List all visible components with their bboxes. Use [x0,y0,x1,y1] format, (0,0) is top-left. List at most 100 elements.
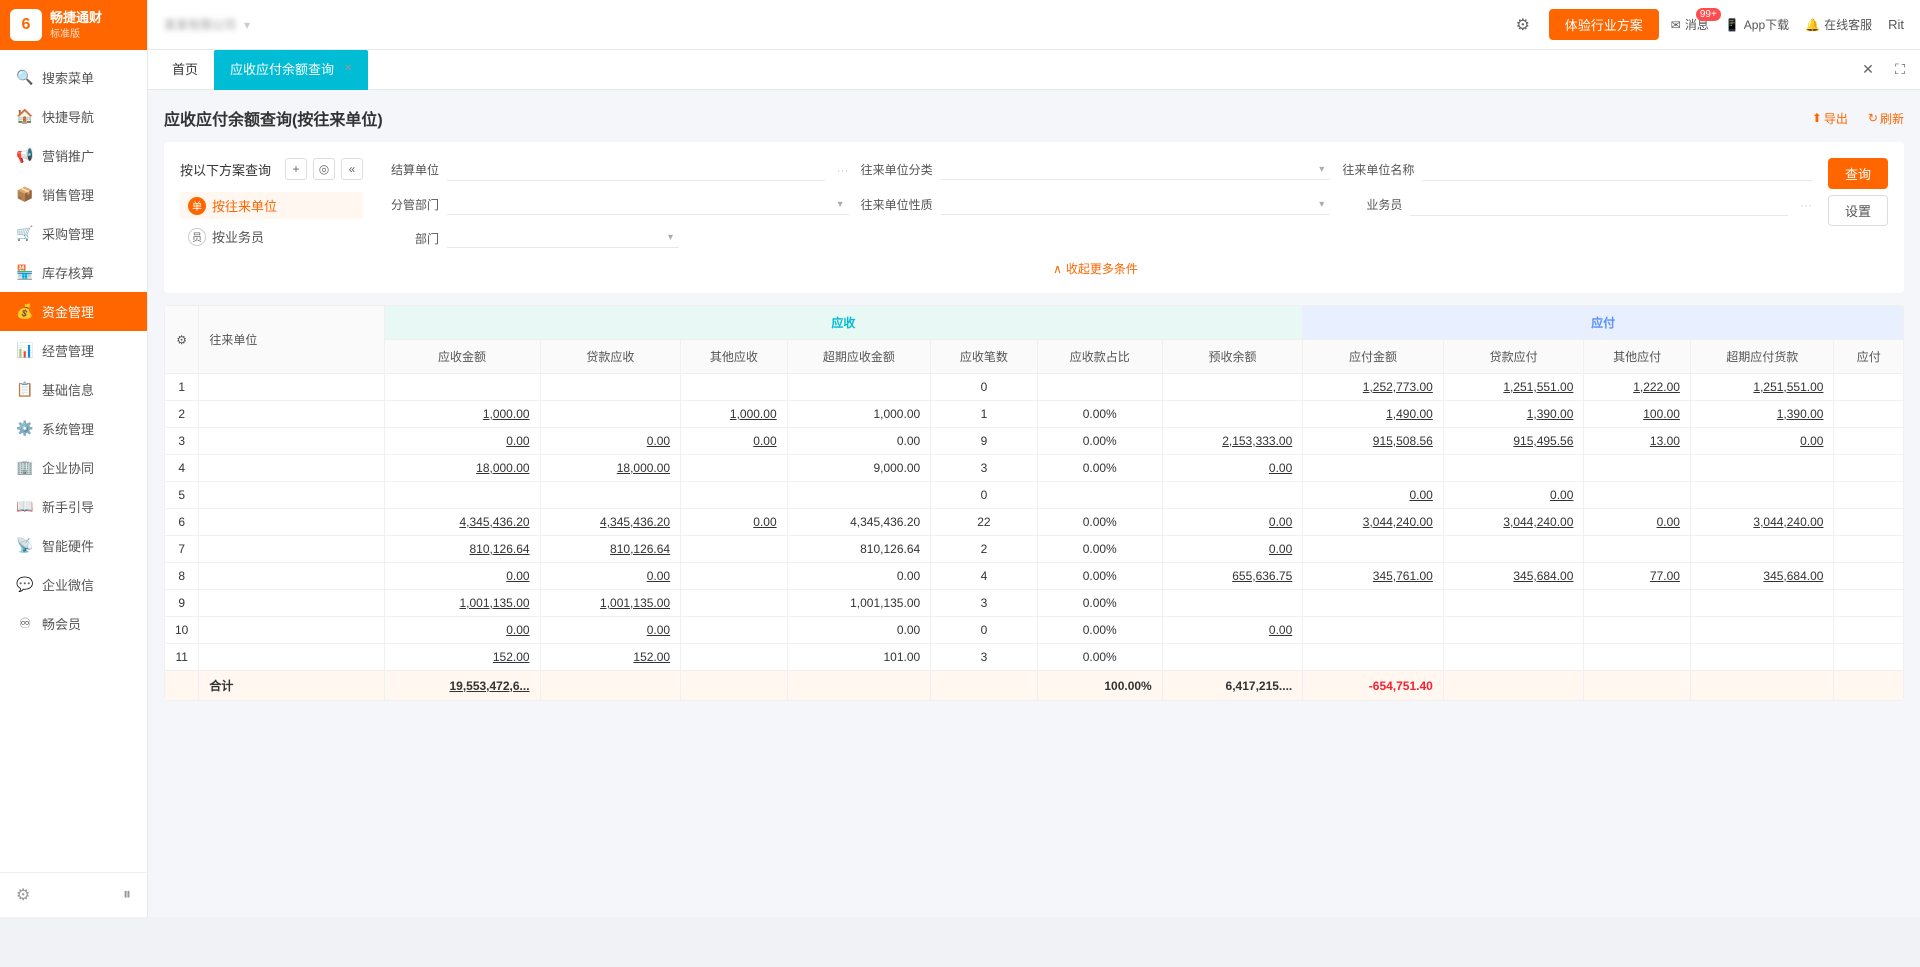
message-button[interactable]: ✉ 消息 99+ [1671,16,1709,33]
promo-button[interactable]: 体验行业方案 [1549,9,1659,40]
sidebar-item-label: 营销推广 [42,146,94,165]
filter-staff-icon: 员 [188,228,206,246]
sidebar-item-operation[interactable]: 📊 经营管理 [0,331,147,370]
page-actions: ⬆ 导出 ↻ 刷新 [1812,110,1904,127]
page-title: 应收应付余额查询(按往来单位) [164,106,383,130]
filter-field-salesperson: 业务员 ··· [1342,193,1812,216]
message-badge: 99+ [1696,8,1721,21]
app-download-icon: 📱 [1725,18,1740,32]
field-label-unit-category: 往来单位分类 [861,161,933,178]
filter-field-department: 部门 ▾ [379,228,679,248]
footer-empty2 [540,671,681,701]
unit-nature-select[interactable]: ▾ [941,195,1331,215]
user-name[interactable]: Rit [1888,17,1904,32]
footer-ar-total: 19,553,472,6... [384,671,540,701]
sidebar-item-basic-info[interactable]: 📋 基础信息 [0,370,147,409]
sidebar-item-search-menu[interactable]: 🔍 搜索菜单 [0,58,147,97]
setting-button[interactable]: 设置 [1828,195,1888,226]
sidebar-item-enterprise[interactable]: 🏢 企业协同 [0,448,147,487]
sidebar-settings-icon[interactable]: ⚙ [16,885,30,905]
table-row: 7810,126.64810,126.64810,126.6420.00%0.0… [165,536,1904,563]
sidebar-item-sales[interactable]: 📦 销售管理 [0,175,147,214]
sidebar-collapse-icon[interactable]: ⏸ [123,886,131,904]
purchase-icon: 🛒 [16,225,34,243]
sidebar-item-guide[interactable]: 📖 新手引导 [0,487,147,526]
guide-icon: 📖 [16,498,34,516]
page-title-bar: 应收应付余额查询(按往来单位) ⬆ 导出 ↻ 刷新 [164,106,1904,130]
collapse-more-button[interactable]: ∧ 收起更多条件 [379,260,1812,277]
sidebar-item-inventory[interactable]: 🏪 库存核算 [0,253,147,292]
settlement-dots[interactable]: ··· [837,163,849,177]
sidebar-item-system[interactable]: ⚙️ 系统管理 [0,409,147,448]
filter-fields: 结算单位 ··· 往来单位分类 ▾ 往来单位名称 [379,158,1812,277]
sidebar-item-label: 经营管理 [42,341,94,360]
filter-add-button[interactable]: + [285,158,307,180]
ar-loan-header: 贷款应收 [540,340,681,374]
header-right: ✉ 消息 99+ 📱 App下载 🔔 在线客服 Rit [1671,16,1904,33]
marketing-icon: 📢 [16,147,34,165]
refresh-button[interactable]: ↻ 刷新 [1868,110,1904,127]
sidebar-item-hardware[interactable]: 📡 智能硬件 [0,526,147,565]
sidebar-logo: 6 畅捷通财 标准版 [0,0,147,50]
filter-option-by-staff[interactable]: 员 按业务员 [180,223,363,250]
table-settings-icon[interactable]: ⚙ [176,333,187,347]
query-button[interactable]: 查询 [1828,158,1888,189]
sidebar-item-label: 新手引导 [42,497,94,516]
tab-bar: 首页 应收应付余额查询 ✕ ✕ ⛶ [148,50,1920,90]
ar-amount-header: 应收金额 [384,340,540,374]
filter-target-button[interactable]: ◎ [313,158,335,180]
footer-empty8 [1690,671,1834,701]
filter-collapse-button[interactable]: « [341,158,363,180]
tab-close-icon[interactable]: ✕ [344,63,352,74]
filter-row-3: 部门 ▾ [379,228,1812,248]
advance-rec-header: 预收余额 [1162,340,1303,374]
ap-loan-header: 贷款应付 [1443,340,1584,374]
filter-option-by-unit[interactable]: 单 按往来单位 [180,192,363,219]
app-download-button[interactable]: 📱 App下载 [1725,16,1789,33]
filter-panel: 按以下方案查询 + ◎ « 单 按往来单位 员 按业务员 [164,142,1904,293]
tab-close-window-button[interactable]: ✕ [1856,58,1880,82]
inventory-icon: 🏪 [16,264,34,282]
unit-name-input[interactable] [1422,158,1812,181]
tab-expand-button[interactable]: ⛶ [1888,58,1912,82]
filter-staff-label: 按业务员 [212,227,264,246]
salesperson-input[interactable] [1410,193,1788,216]
ap-group-header: 应付 [1303,306,1904,340]
footer-empty [165,671,199,701]
sidebar-item-purchase[interactable]: 🛒 采购管理 [0,214,147,253]
finance-icon: 💰 [16,303,34,321]
breadcrumb: 某某有限公司 ▾ [164,16,1497,33]
filter-unit-icon: 单 [188,197,206,215]
top-header: 某某有限公司 ▾ ⚙ 体验行业方案 ✉ 消息 99+ 📱 App下载 🔔 在线客… [148,0,1920,50]
sidebar-item-label: 基础信息 [42,380,94,399]
tab-home[interactable]: 首页 [156,50,214,90]
online-service-button[interactable]: 🔔 在线客服 [1805,16,1872,33]
ap-other-header: 其他应付 [1584,340,1691,374]
filter-field-unit-name: 往来单位名称 [1342,158,1812,181]
salesperson-dots[interactable]: ··· [1800,198,1812,212]
app-download-label: App下载 [1744,16,1789,33]
dept-select[interactable]: ▾ [447,195,849,215]
sidebar-item-member[interactable]: ♾ 畅会员 [0,604,147,643]
sidebar-item-label: 资金管理 [42,302,94,321]
sidebar-item-label: 智能硬件 [42,536,94,555]
sidebar-item-wechat[interactable]: 💬 企业微信 [0,565,147,604]
field-label-unit-nature: 往来单位性质 [861,196,933,213]
department-select[interactable]: ▾ [447,228,679,248]
settlement-input[interactable] [447,158,825,181]
sidebar-item-finance[interactable]: 💰 资金管理 [0,292,147,331]
sidebar-item-quick-nav[interactable]: 🏠 快捷导航 [0,97,147,136]
footer-empty6 [1443,671,1584,701]
settings-gear-button[interactable]: ⚙ [1509,11,1537,39]
sidebar-item-marketing[interactable]: 📢 营销推广 [0,136,147,175]
sidebar-item-label: 快捷导航 [42,107,94,126]
unit-category-select[interactable]: ▾ [941,160,1331,180]
message-icon: ✉ [1671,18,1681,32]
ar-group-header: 应收 [384,306,1303,340]
export-button[interactable]: ⬆ 导出 [1812,110,1848,127]
ar-overdue-header: 超期应收金额 [787,340,931,374]
tab-ar-ap[interactable]: 应收应付余额查询 ✕ [214,50,368,90]
ar-ratio-header: 应收款占比 [1037,340,1162,374]
table-row: 80.000.000.0040.00%655,636.75345,761.003… [165,563,1904,590]
tab-ar-ap-label: 应收应付余额查询 [230,59,334,78]
